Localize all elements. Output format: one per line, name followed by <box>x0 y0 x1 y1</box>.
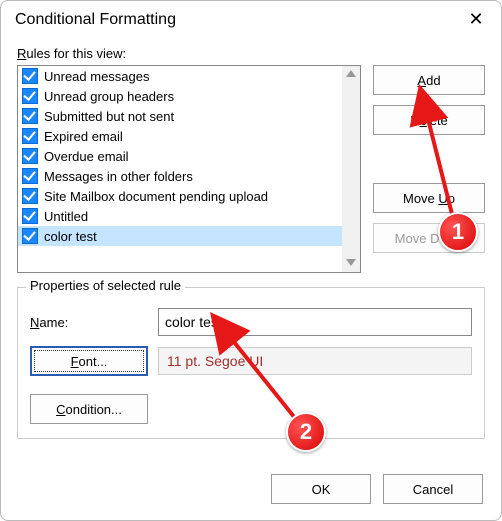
conditional-formatting-dialog: Conditional Formatting ✕ Rules for this … <box>0 0 502 521</box>
rule-item[interactable]: Untitled <box>18 206 342 226</box>
font-button[interactable]: Font... <box>30 346 148 376</box>
rule-item[interactable]: Messages in other folders <box>18 166 342 186</box>
dialog-footer: OK Cancel <box>1 460 501 520</box>
scroll-down-icon[interactable] <box>346 259 356 266</box>
rule-label: Submitted but not sent <box>44 109 174 124</box>
rule-label: Overdue email <box>44 149 129 164</box>
rules-listbox[interactable]: Unread messages Unread group headers Submi… <box>17 65 361 273</box>
rule-item[interactable]: Unread group headers <box>18 86 342 106</box>
scrollbar[interactable] <box>342 66 360 272</box>
checkbox[interactable] <box>22 208 38 224</box>
properties-group: Properties of selected rule Name: Font..… <box>17 287 485 439</box>
move-up-button[interactable]: Move Up <box>373 183 485 213</box>
rule-label: color test <box>44 229 97 244</box>
checkbox[interactable] <box>22 228 38 244</box>
title-bar: Conditional Formatting ✕ <box>1 1 501 34</box>
side-button-group: Add Delete Move Up Move Down <box>373 65 485 273</box>
rules-label: Rules for this view: <box>17 46 485 61</box>
rule-item[interactable]: Unread messages <box>18 66 342 86</box>
ok-button[interactable]: OK <box>271 474 371 504</box>
checkbox[interactable] <box>22 108 38 124</box>
rule-item[interactable]: color test <box>18 226 342 246</box>
checkbox[interactable] <box>22 128 38 144</box>
add-button[interactable]: Add <box>373 65 485 95</box>
condition-button[interactable]: Condition... <box>30 394 148 424</box>
rule-label: Site Mailbox document pending upload <box>44 189 268 204</box>
close-button[interactable]: ✕ <box>463 9 489 30</box>
dialog-content: Rules for this view: Unread messagesUnre… <box>1 34 501 460</box>
checkbox[interactable] <box>22 188 38 204</box>
name-label: Name: <box>30 315 148 330</box>
rule-label: Messages in other folders <box>44 169 193 184</box>
rule-item[interactable]: Expired email <box>18 126 342 146</box>
name-input[interactable] <box>158 308 472 336</box>
delete-button[interactable]: Delete <box>373 105 485 135</box>
move-down-button: Move Down <box>373 223 485 253</box>
checkbox[interactable] <box>22 68 38 84</box>
rule-item[interactable]: Overdue email <box>18 146 342 166</box>
group-title: Properties of selected rule <box>26 278 185 293</box>
checkbox[interactable] <box>22 168 38 184</box>
cancel-button[interactable]: Cancel <box>383 474 483 504</box>
rule-label: Unread group headers <box>44 89 174 104</box>
rule-label: Unread messages <box>44 69 150 84</box>
checkbox[interactable] <box>22 88 38 104</box>
dialog-title: Conditional Formatting <box>15 11 176 29</box>
rule-item[interactable]: Site Mailbox document pending upload <box>18 186 342 206</box>
rule-item[interactable]: Submitted but not sent <box>18 106 342 126</box>
checkbox[interactable] <box>22 148 38 164</box>
font-preview: 11 pt. Segoe UI <box>158 347 472 375</box>
scroll-up-icon[interactable] <box>346 70 356 77</box>
rule-label: Expired email <box>44 129 123 144</box>
rule-label: Untitled <box>44 209 88 224</box>
